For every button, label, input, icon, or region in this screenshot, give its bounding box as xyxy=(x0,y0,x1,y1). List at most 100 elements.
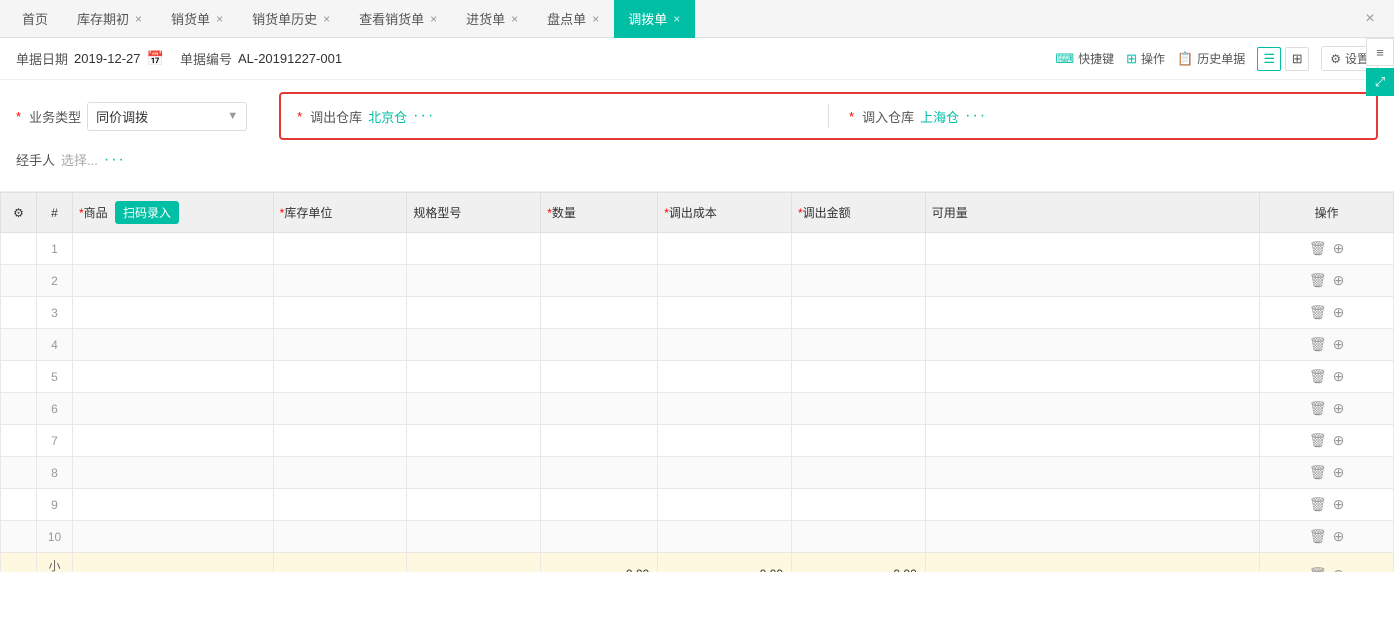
row-quantity-cell[interactable] xyxy=(541,489,658,521)
tab-sales-order[interactable]: 销货单 × xyxy=(157,0,238,38)
layout-grid-icon[interactable]: ⊞ xyxy=(1285,47,1309,71)
row-amount-cell[interactable] xyxy=(792,297,926,329)
row-amount-cell[interactable] xyxy=(792,265,926,297)
row-unit-cell[interactable] xyxy=(273,297,407,329)
row-cost-cell[interactable] xyxy=(658,233,792,265)
row-copy-icon[interactable]: ⊕ xyxy=(1333,336,1345,353)
tab-view-sales[interactable]: 查看销货单 × xyxy=(345,0,452,38)
row-cost-cell[interactable] xyxy=(658,425,792,457)
business-type-select[interactable]: 同价调拨 ▼ xyxy=(87,102,247,131)
close-purchase-order[interactable]: × xyxy=(511,12,518,26)
row-quantity-cell[interactable] xyxy=(541,233,658,265)
row-amount-cell[interactable] xyxy=(792,233,926,265)
warehouse-out-value[interactable]: 北京仓 xyxy=(368,107,407,126)
row-available-cell[interactable] xyxy=(925,425,1259,457)
row-spec-cell[interactable] xyxy=(407,393,541,425)
row-amount-cell[interactable] xyxy=(792,393,926,425)
row-spec-cell[interactable] xyxy=(407,265,541,297)
row-unit-cell[interactable] xyxy=(273,329,407,361)
row-product-cell[interactable] xyxy=(73,297,274,329)
row-copy-icon[interactable]: ⊕ xyxy=(1333,272,1345,289)
row-spec-cell[interactable] xyxy=(407,489,541,521)
subtotal-copy-icon[interactable]: ⊕ xyxy=(1333,566,1345,573)
tab-transfer[interactable]: 调拨单 × xyxy=(614,0,695,38)
person-more-icon[interactable]: ··· xyxy=(104,151,126,169)
row-unit-cell[interactable] xyxy=(273,393,407,425)
row-delete-icon[interactable]: 🗑 xyxy=(1309,432,1327,449)
sidebar-list-button[interactable]: ≡ xyxy=(1366,38,1394,66)
row-unit-cell[interactable] xyxy=(273,425,407,457)
row-amount-cell[interactable] xyxy=(792,361,926,393)
row-copy-icon[interactable]: ⊕ xyxy=(1333,400,1345,417)
row-product-cell[interactable] xyxy=(73,361,274,393)
warehouse-out-more-icon[interactable]: ··· xyxy=(413,107,435,125)
row-quantity-cell[interactable] xyxy=(541,361,658,393)
row-unit-cell[interactable] xyxy=(273,521,407,553)
row-cost-cell[interactable] xyxy=(658,329,792,361)
close-inventory-init[interactable]: × xyxy=(135,12,142,26)
warehouse-in-more-icon[interactable]: ··· xyxy=(965,107,987,125)
row-copy-icon[interactable]: ⊕ xyxy=(1333,240,1345,257)
row-amount-cell[interactable] xyxy=(792,425,926,457)
row-product-cell[interactable] xyxy=(73,489,274,521)
row-quantity-cell[interactable] xyxy=(541,521,658,553)
row-quantity-cell[interactable] xyxy=(541,393,658,425)
row-delete-icon[interactable]: 🗑 xyxy=(1309,336,1327,353)
window-close-button[interactable]: × xyxy=(1354,3,1386,35)
tab-home[interactable]: 首页 xyxy=(8,0,63,38)
row-delete-icon[interactable]: 🗑 xyxy=(1309,496,1327,513)
row-unit-cell[interactable] xyxy=(273,489,407,521)
row-amount-cell[interactable] xyxy=(792,521,926,553)
row-product-cell[interactable] xyxy=(73,425,274,457)
row-quantity-cell[interactable] xyxy=(541,457,658,489)
history-button[interactable]: 📋 历史单据 xyxy=(1177,50,1245,67)
row-available-cell[interactable] xyxy=(925,265,1259,297)
person-select[interactable]: 选择... xyxy=(61,150,98,169)
row-quantity-cell[interactable] xyxy=(541,297,658,329)
row-unit-cell[interactable] xyxy=(273,233,407,265)
row-delete-icon[interactable]: 🗑 xyxy=(1309,464,1327,481)
row-copy-icon[interactable]: ⊕ xyxy=(1333,432,1345,449)
operations-button[interactable]: ⊞ 操作 xyxy=(1126,50,1165,67)
close-transfer[interactable]: × xyxy=(673,12,680,26)
row-cost-cell[interactable] xyxy=(658,489,792,521)
tab-sales-history[interactable]: 销货单历史 × xyxy=(238,0,345,38)
row-product-cell[interactable] xyxy=(73,233,274,265)
warehouse-in-value[interactable]: 上海仓 xyxy=(920,107,959,126)
row-cost-cell[interactable] xyxy=(658,361,792,393)
close-sales-history[interactable]: × xyxy=(323,12,330,26)
tab-inventory-init[interactable]: 库存期初 × xyxy=(63,0,157,38)
close-sales-order[interactable]: × xyxy=(216,12,223,26)
layout-list-icon[interactable]: ☰ xyxy=(1257,47,1281,71)
tab-purchase-order[interactable]: 进货单 × xyxy=(452,0,533,38)
subtotal-delete-icon[interactable]: 🗑 xyxy=(1309,566,1327,573)
tab-stocktake[interactable]: 盘点单 × xyxy=(533,0,614,38)
row-delete-icon[interactable]: 🗑 xyxy=(1309,304,1327,321)
row-copy-icon[interactable]: ⊕ xyxy=(1333,528,1345,545)
row-product-cell[interactable] xyxy=(73,329,274,361)
calendar-icon[interactable]: 📅 xyxy=(147,50,164,67)
row-cost-cell[interactable] xyxy=(658,297,792,329)
row-copy-icon[interactable]: ⊕ xyxy=(1333,496,1345,513)
row-unit-cell[interactable] xyxy=(273,361,407,393)
row-spec-cell[interactable] xyxy=(407,329,541,361)
row-delete-icon[interactable]: 🗑 xyxy=(1309,528,1327,545)
row-available-cell[interactable] xyxy=(925,361,1259,393)
row-delete-icon[interactable]: 🗑 xyxy=(1309,368,1327,385)
row-cost-cell[interactable] xyxy=(658,521,792,553)
row-spec-cell[interactable] xyxy=(407,233,541,265)
row-available-cell[interactable] xyxy=(925,329,1259,361)
row-available-cell[interactable] xyxy=(925,233,1259,265)
row-amount-cell[interactable] xyxy=(792,457,926,489)
row-available-cell[interactable] xyxy=(925,393,1259,425)
row-product-cell[interactable] xyxy=(73,457,274,489)
row-product-cell[interactable] xyxy=(73,393,274,425)
row-amount-cell[interactable] xyxy=(792,329,926,361)
row-available-cell[interactable] xyxy=(925,457,1259,489)
row-spec-cell[interactable] xyxy=(407,361,541,393)
row-delete-icon[interactable]: 🗑 xyxy=(1309,400,1327,417)
row-spec-cell[interactable] xyxy=(407,457,541,489)
row-available-cell[interactable] xyxy=(925,297,1259,329)
row-cost-cell[interactable] xyxy=(658,393,792,425)
row-quantity-cell[interactable] xyxy=(541,329,658,361)
